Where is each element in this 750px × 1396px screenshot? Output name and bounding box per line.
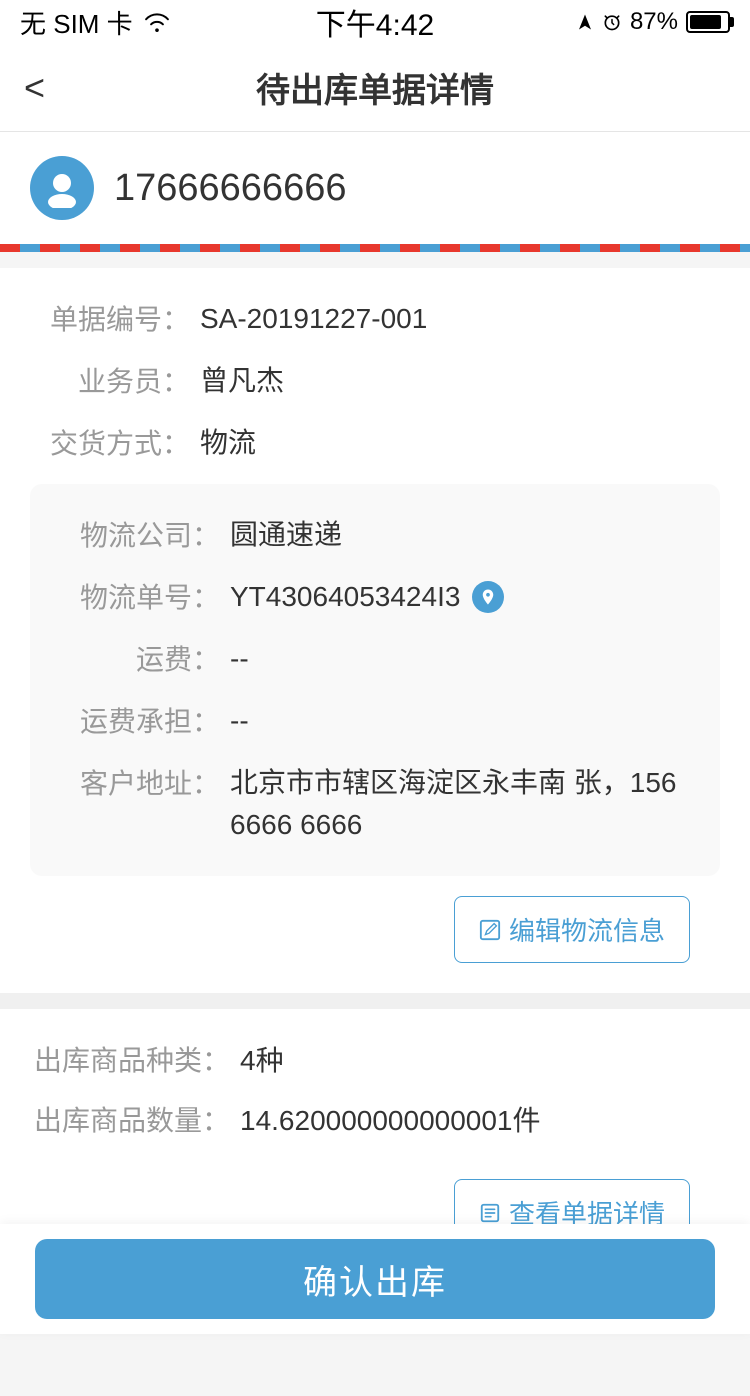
- delivery-row: 交货方式： 物流: [30, 422, 720, 464]
- goods-quantity-label: 出库商品数量：: [30, 1099, 230, 1139]
- salesman-value: 曾凡杰: [200, 360, 720, 402]
- tracking-value: YT43064053424I3: [230, 576, 690, 618]
- goods-types-value: 4种: [240, 1039, 284, 1079]
- status-time: 下午4:42: [316, 0, 434, 44]
- logistics-company-label: 物流公司：: [60, 514, 220, 554]
- tracking-row: 物流单号： YT43064053424I3: [60, 576, 690, 618]
- tracking-location-icon[interactable]: [472, 581, 504, 613]
- edit-icon: [479, 919, 501, 941]
- order-info-section: 单据编号： SA-20191227-001 业务员： 曾凡杰 交货方式： 物流 …: [0, 268, 750, 993]
- carrier-text: 无 SIM 卡: [20, 4, 133, 41]
- battery-percent: 87%: [630, 8, 678, 36]
- content: 17666666666 单据编号： SA-20191227-001 业务员： 曾…: [0, 132, 750, 1396]
- order-no-row: 单据编号： SA-20191227-001: [30, 298, 720, 340]
- goods-types-label: 出库商品种类：: [30, 1039, 230, 1079]
- bottom-action: 确认出库: [0, 1224, 750, 1334]
- address-value: 北京市市辖区海淀区永丰南 张，156 6666 6666: [230, 762, 690, 846]
- avatar: [30, 156, 94, 220]
- back-button[interactable]: <: [24, 67, 45, 109]
- logistics-company-row: 物流公司： 圆通速递: [60, 514, 690, 556]
- salesman-label: 业务员：: [30, 360, 190, 400]
- salesman-row: 业务员： 曾凡杰: [30, 360, 720, 402]
- address-label: 客户地址：: [60, 762, 220, 802]
- freight-bear-label: 运费承担：: [60, 700, 220, 740]
- freight-label: 运费：: [60, 638, 220, 678]
- page-title: 待出库单据详情: [256, 63, 494, 112]
- edit-logistics-button[interactable]: 编辑物流信息: [454, 896, 690, 963]
- customer-header: 17666666666: [0, 132, 750, 244]
- goods-quantity-value: 14.620000000000001件: [240, 1099, 541, 1139]
- dashed-separator: [0, 244, 750, 252]
- status-bar: 无 SIM 卡 下午4:42 87%: [0, 0, 750, 44]
- order-no-value: SA-20191227-001: [200, 298, 720, 340]
- goods-types-row: 出库商品种类： 4种: [30, 1039, 720, 1079]
- status-right: 87%: [576, 8, 730, 36]
- battery-icon: [686, 11, 730, 33]
- alarm-icon: [602, 12, 622, 32]
- order-no-label: 单据编号：: [30, 298, 190, 338]
- wifi-icon: [143, 12, 171, 32]
- delivery-label: 交货方式：: [30, 422, 190, 462]
- edit-logistics-container: 编辑物流信息: [30, 876, 720, 963]
- freight-bear-value: --: [230, 700, 690, 742]
- confirm-button[interactable]: 确认出库: [35, 1239, 715, 1319]
- goods-quantity-row: 出库商品数量： 14.620000000000001件: [30, 1099, 720, 1139]
- logistics-company-value: 圆通速递: [230, 514, 690, 556]
- customer-phone: 17666666666: [114, 167, 346, 210]
- edit-logistics-label: 编辑物流信息: [509, 911, 665, 948]
- logistics-card: 物流公司： 圆通速递 物流单号： YT43064053424I3 运费： --: [30, 484, 720, 876]
- location-arrow-icon: [576, 13, 594, 31]
- status-left: 无 SIM 卡: [20, 4, 171, 41]
- tracking-label: 物流单号：: [60, 576, 220, 616]
- freight-row: 运费： --: [60, 638, 690, 680]
- section-divider: [0, 993, 750, 1009]
- freight-bear-row: 运费承担： --: [60, 700, 690, 742]
- document-list-icon: [479, 1202, 501, 1224]
- person-icon: [42, 168, 82, 208]
- nav-bar: < 待出库单据详情: [0, 44, 750, 132]
- battery-fill: [690, 15, 721, 29]
- address-row: 客户地址： 北京市市辖区海淀区永丰南 张，156 6666 6666: [60, 762, 690, 846]
- freight-value: --: [230, 638, 690, 680]
- delivery-value: 物流: [200, 422, 720, 464]
- map-pin-icon: [479, 588, 497, 606]
